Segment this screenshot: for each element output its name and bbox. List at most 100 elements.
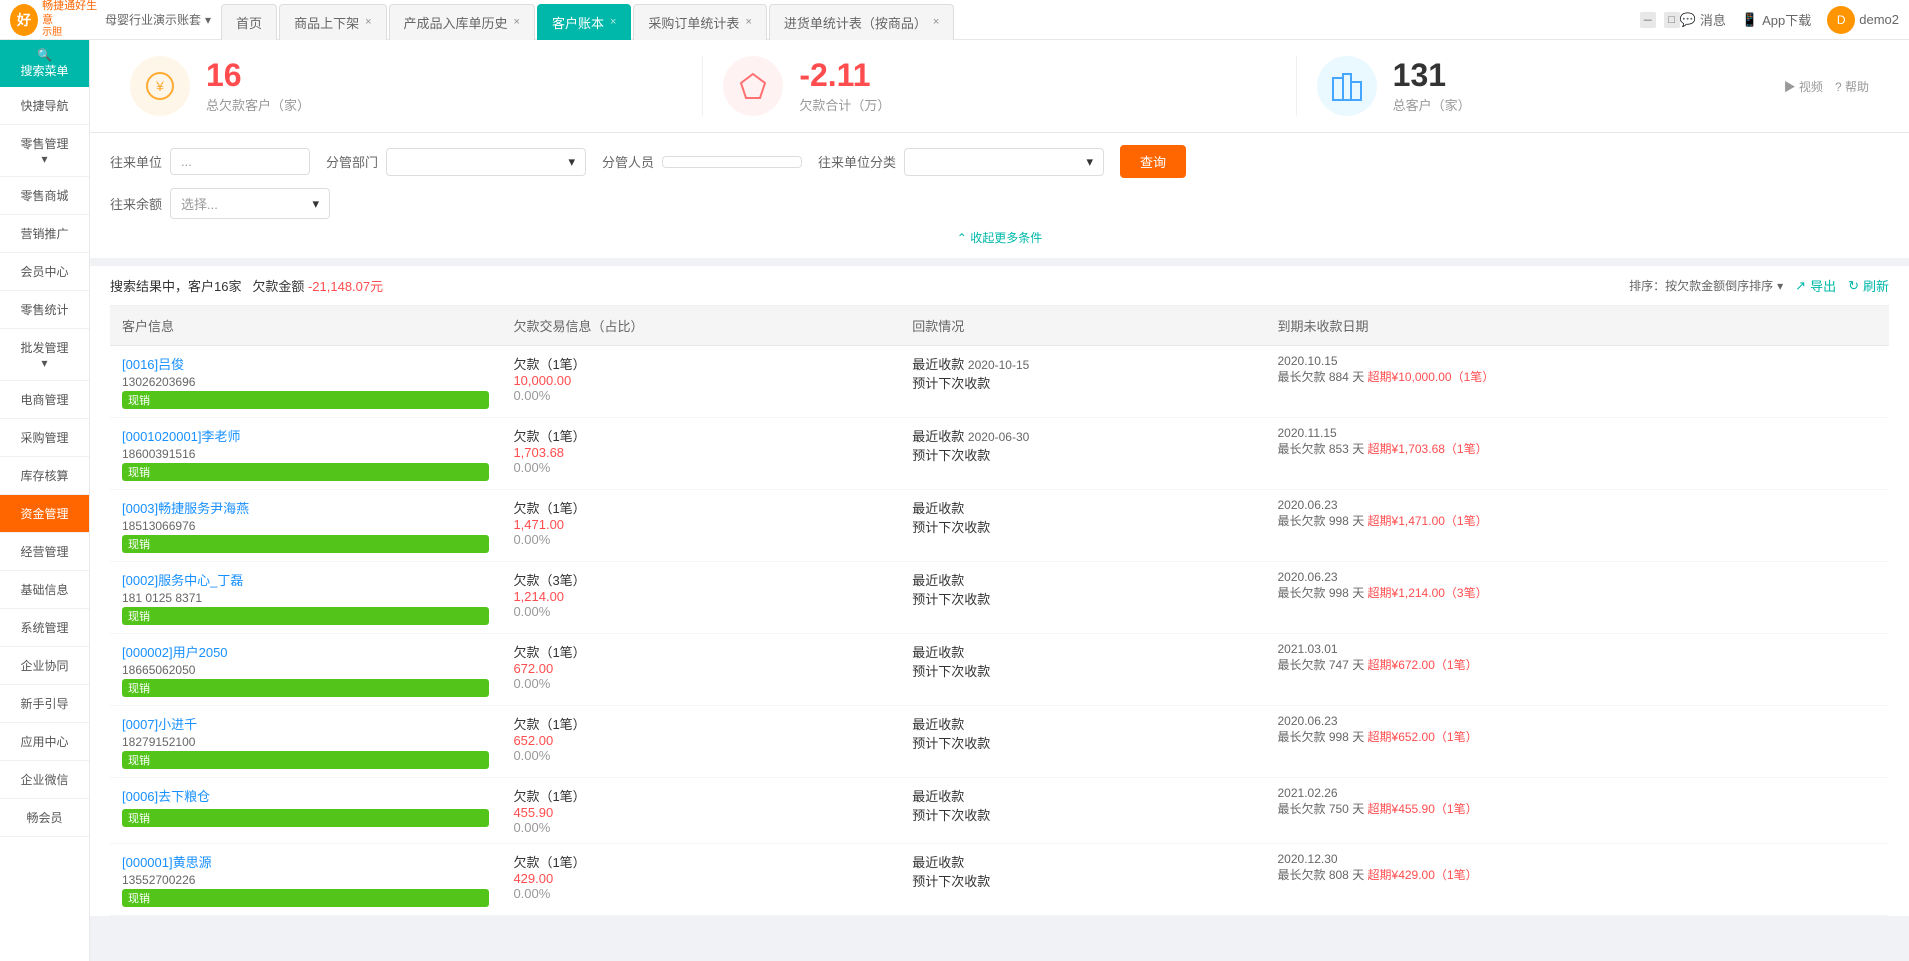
doc-help-btn[interactable]: ? 帮助 [1835,78,1869,95]
stat-card-1-info: 16 总欠款客户（家） [206,59,310,114]
customer-name-link[interactable]: [0016]吕俊 [122,354,489,373]
sidebar-item-newbie[interactable]: 新手引导 [0,685,89,723]
customer-name-link[interactable]: [000001]黄思源 [122,852,489,871]
next-collection-label: 预计下次收款 [912,517,1253,536]
main-layout: 🔍 搜索菜单 快捷导航 零售管理 ▾ 零售商城 营销推广 会员中心 零售统计 批… [0,40,1909,961]
close-icon[interactable]: × [745,16,751,28]
sidebar-item-quick-nav[interactable]: 快捷导航 [0,87,89,125]
sidebar-item-operation[interactable]: 经营管理 [0,533,89,571]
sort-selector[interactable]: 排序：按欠款金额倒序排序 ▾ [1629,277,1783,294]
customer-contact: 18513066976 [122,519,489,533]
chevron-down-icon: ▾ [41,152,47,166]
debt-cell: 欠款（1笔） 652.00 0.00% [501,706,900,778]
sidebar-item-inventory[interactable]: 库存核算 [0,457,89,495]
last-collection-label: 最近收款 [912,573,964,588]
customer-name-link[interactable]: [0002]服务中心_丁磊 [122,570,489,589]
user-menu[interactable]: D demo2 [1827,6,1899,34]
customer-cell: [0001020001]李老师 18600391516 现销 [110,418,501,490]
tab-production[interactable]: 产成品入库单历史 × [389,4,535,40]
video-help-btn[interactable]: ▶ 视频 [1784,78,1823,95]
sidebar-item-finance[interactable]: 资金管理 [0,495,89,533]
repayment-cell: 最近收款 预计下次收款 [900,490,1265,562]
tab-inventory-stats[interactable]: 进货单统计表（按商品） × [769,4,954,40]
filter-manager-label: 分管人员 [602,152,654,171]
sidebar-item-purchase[interactable]: 采购管理 [0,419,89,457]
tab-products[interactable]: 商品上下架 × [279,4,386,40]
overdue-date: 2020.11.15 [1278,426,1878,440]
next-collection-label: 预计下次收款 [912,871,1253,890]
sidebar-item-vip-member[interactable]: 畅会员 [0,799,89,837]
repayment-cell: 最近收款 预计下次收款 [900,778,1265,844]
search-button[interactable]: 查询 [1120,145,1186,178]
close-icon[interactable]: × [514,16,520,28]
close-icon[interactable]: × [365,16,371,28]
dept-select[interactable]: ▾ [386,148,586,176]
export-button[interactable]: ↗ 导出 [1795,276,1836,295]
sidebar-item-retail-mgmt[interactable]: 零售管理 ▾ [0,125,89,177]
tab-customer-account[interactable]: 客户账本 × [537,4,631,40]
collapse-filters-btn[interactable]: ⌃ 收起更多条件 [110,229,1889,246]
sidebar-item-basic-info[interactable]: 基础信息 [0,571,89,609]
debt-percent: 0.00% [513,604,550,619]
sidebar-item-ecommerce[interactable]: 电商管理 [0,381,89,419]
sidebar-item-enterprise-wechat[interactable]: 企业微信 [0,761,89,799]
debt-amount: 429.00 [513,871,888,886]
help-icon: ? [1835,80,1842,94]
sidebar-item-marketing[interactable]: 营销推广 [0,215,89,253]
table-row: [0007]小进千 18279152100 现销 欠款（1笔） 652.00 0… [110,706,1889,778]
close-icon[interactable]: × [610,16,616,28]
customer-cell: [0002]服务中心_丁磊 181 0125 8371 现销 [110,562,501,634]
collapse-icon: ⌃ [957,231,970,245]
col-debt: 欠款交易信息（占比） [501,306,900,346]
overdue-amount-link[interactable]: 超期¥455.90（1笔） [1368,802,1478,816]
store-selector[interactable]: 母婴行业演示账套 ▾ [105,11,211,28]
sidebar-item-member[interactable]: 会员中心 [0,253,89,291]
close-icon[interactable]: × [933,16,939,28]
stat-icon-money: ¥ [130,56,190,116]
overdue-date: 2020.12.30 [1278,852,1878,866]
sidebar-item-retail-mall[interactable]: 零售商城 [0,177,89,215]
unit-category-select[interactable]: ▾ [904,148,1104,176]
sidebar-search[interactable]: 🔍 搜索菜单 [0,40,89,87]
app-download-button[interactable]: 📱 App下载 [1742,10,1811,29]
phone-icon: 📱 [1742,12,1758,28]
refresh-button[interactable]: ↻ 刷新 [1848,276,1889,295]
minimize-button[interactable]: － [1640,12,1656,28]
overdue-amount-link[interactable]: 超期¥10,000.00（1笔） [1368,370,1495,384]
customer-tag: 现销 [122,889,489,907]
sidebar-item-retail-stats[interactable]: 零售统计 [0,291,89,329]
customer-name-link[interactable]: [0003]畅捷服务尹海燕 [122,498,489,517]
tab-purchase-order[interactable]: 采购订单统计表 × [633,4,766,40]
filter-manager: 分管人员 [602,152,802,171]
next-collection-label: 预计下次收款 [912,445,1253,464]
customer-name-link[interactable]: [000002]用户2050 [122,642,489,661]
tab-home[interactable]: 首页 [221,4,277,40]
message-icon: 💬 [1680,12,1696,28]
customer-name-link[interactable]: [0007]小进千 [122,714,489,733]
filter-unit-category: 往来单位分类 ▾ [818,148,1104,176]
chevron-down-icon: ▾ [41,356,47,370]
overdue-amount-link[interactable]: 超期¥1,214.00（3笔） [1368,586,1488,600]
sidebar-item-batch-mgmt[interactable]: 批发管理 ▾ [0,329,89,381]
source-unit-input[interactable]: ... [170,148,310,175]
top-bar: 好 畅捷通好生意 示胆 母婴行业演示账套 ▾ 首页 商品上下架 × 产成品入库单… [0,0,1909,40]
manager-input[interactable] [662,156,802,168]
overdue-amount-link[interactable]: 超期¥1,703.68（1笔） [1368,442,1488,456]
overdue-amount-link[interactable]: 超期¥1,471.00（1笔） [1368,514,1488,528]
sidebar-item-app-center[interactable]: 应用中心 [0,723,89,761]
customer-name-link[interactable]: [0006]去下粮仓 [122,786,489,805]
customer-name-link[interactable]: [0001020001]李老师 [122,426,489,445]
col-repayment: 回款情况 [900,306,1265,346]
maximize-button[interactable]: □ [1664,12,1680,28]
sidebar-item-enterprise-coop[interactable]: 企业协同 [0,647,89,685]
customer-contact: 18279152100 [122,735,489,749]
debt-amount: 652.00 [513,733,888,748]
overdue-amount-link[interactable]: 超期¥429.00（1笔） [1368,868,1478,882]
sidebar-item-system[interactable]: 系统管理 [0,609,89,647]
overdue-amount-link[interactable]: 超期¥672.00（1笔） [1368,658,1478,672]
balance-select[interactable]: 选择... ▾ [170,188,330,219]
avatar: D [1827,6,1855,34]
last-collection-label: 最近收款 [912,501,964,516]
overdue-amount-link[interactable]: 超期¥652.00（1笔） [1368,730,1478,744]
message-button[interactable]: 💬 消息 [1680,10,1726,29]
